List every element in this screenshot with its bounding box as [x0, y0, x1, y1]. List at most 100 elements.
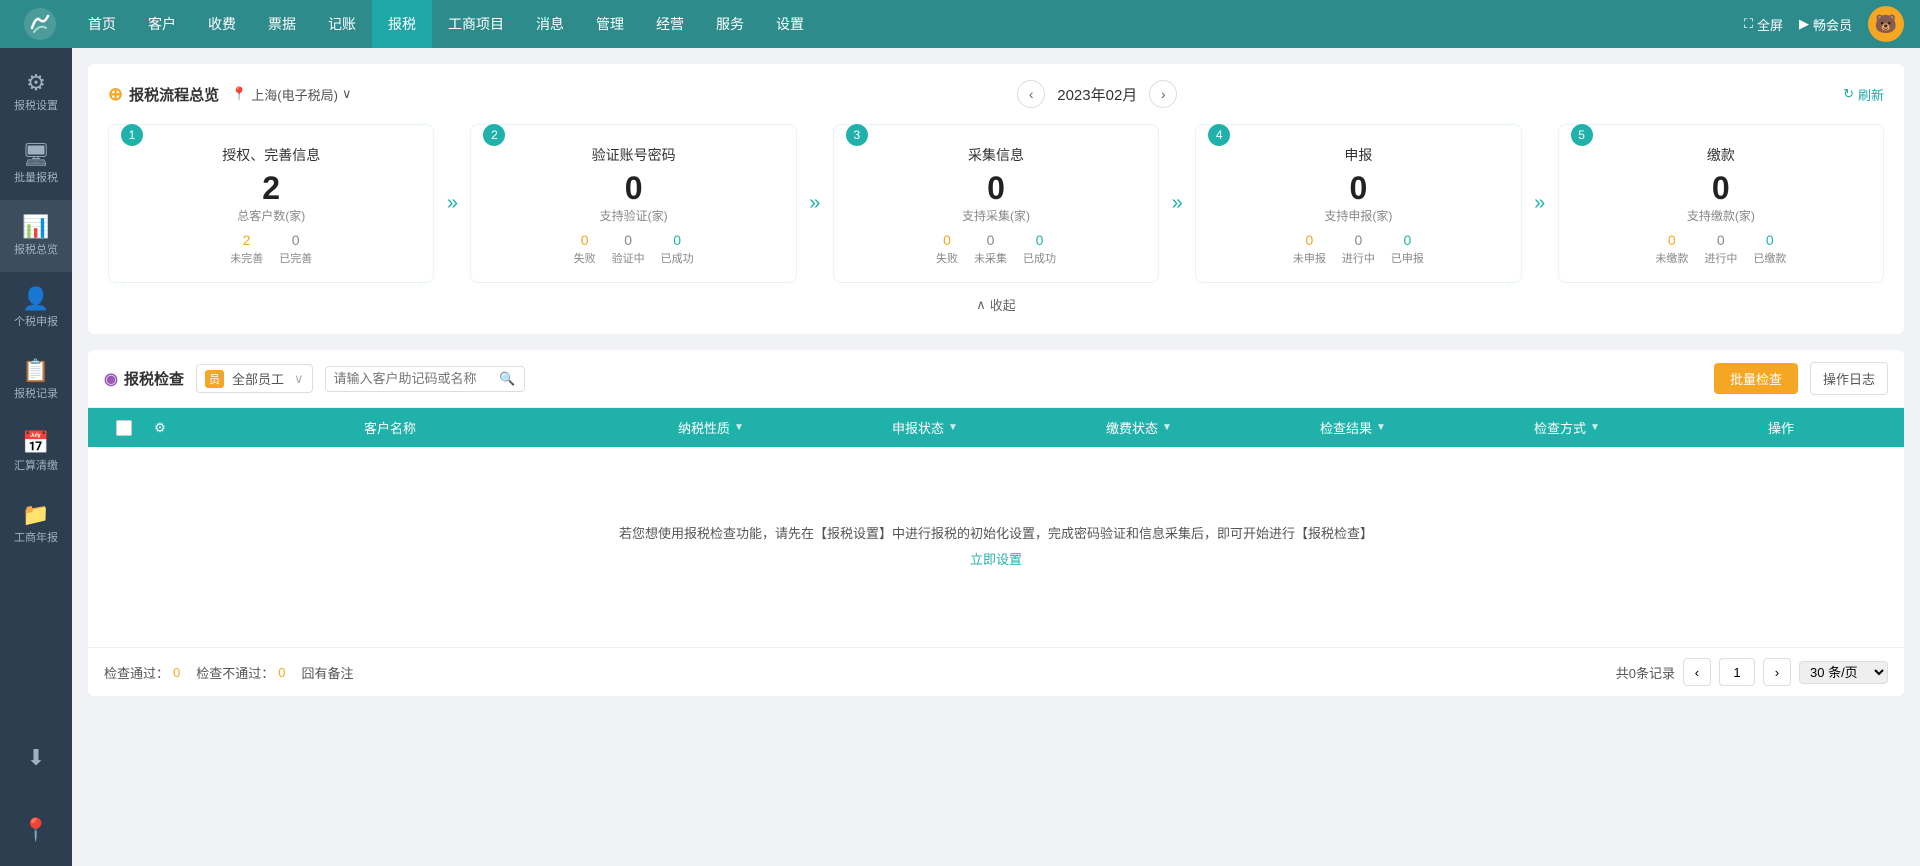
- tax-record-icon: 📋: [22, 358, 49, 384]
- refresh-icon: ↻: [1843, 86, 1854, 102]
- th-pay-status: 缴费状态 ▼: [1032, 418, 1246, 437]
- flow-arrow-1: »: [434, 124, 470, 283]
- nav-items: 首页 客户 收费 票据 记账 报税 工商项目 消息 管理 经营 服务 设置: [72, 0, 1744, 48]
- sidebar-item-tax-record[interactable]: 📋 报税记录: [0, 344, 72, 416]
- nav-manage[interactable]: 管理: [580, 0, 640, 48]
- stat-item: 0 未申报: [1293, 232, 1326, 266]
- nav-service[interactable]: 服务: [700, 0, 760, 48]
- stat-item: 0 失败: [936, 232, 958, 266]
- flow-cards: 1 授权、完善信息 2 总客户数(家) 2 未完善 0 已完善 »: [108, 124, 1884, 283]
- location-badge[interactable]: 📍 上海(电子税局) ∨: [231, 85, 351, 104]
- individual-tax-icon: 👤: [22, 286, 49, 312]
- annual-tax-icon: 📅: [22, 430, 49, 456]
- footer-note-stat: 囧有备注: [302, 663, 354, 682]
- pass-count-link[interactable]: 0: [173, 665, 180, 680]
- month-nav: ‹ 2023年02月 ›: [1017, 80, 1177, 108]
- search-icon[interactable]: 🔍: [499, 371, 515, 387]
- flow-arrow-4: »: [1522, 124, 1558, 283]
- select-all-checkbox[interactable]: [116, 420, 132, 436]
- sidebar-item-tax-settings[interactable]: ⚙ 报税设置: [0, 56, 72, 128]
- sidebar-item-batch-tax[interactable]: 🖥 批量报税: [0, 128, 72, 200]
- stat-item: 0 已成功: [661, 232, 694, 266]
- th-settings[interactable]: ⚙: [144, 420, 176, 436]
- sidebar-item-download[interactable]: ⬇: [0, 722, 72, 794]
- prev-month-btn[interactable]: ‹: [1017, 80, 1045, 108]
- nav-fee[interactable]: 收费: [192, 0, 252, 48]
- th-checkbox[interactable]: [104, 420, 144, 436]
- filter-icon[interactable]: ▼: [1590, 422, 1600, 433]
- flow-card-2: 2 验证账号密码 0 支持验证(家) 0 失败 0 验证中 0 已成功: [470, 124, 796, 283]
- staff-icon: 员: [205, 370, 224, 388]
- setup-link[interactable]: 立即设置: [970, 552, 1022, 567]
- check-circle-icon: ◉: [104, 369, 118, 389]
- download-icon: ⬇: [27, 745, 45, 771]
- filter-icon[interactable]: ▼: [1162, 422, 1172, 433]
- sidebar-item-annual-report[interactable]: 📁 工商年报: [0, 488, 72, 560]
- search-box: 🔍: [325, 366, 525, 392]
- filter-icon[interactable]: ▼: [948, 422, 958, 433]
- tax-overview-icon: 📊: [22, 214, 49, 240]
- logo: [16, 0, 64, 48]
- nav-home[interactable]: 首页: [72, 0, 132, 48]
- membership-btn[interactable]: ▶ 畅会员: [1799, 15, 1852, 34]
- th-tax-nature: 纳税性质 ▼: [604, 418, 818, 437]
- footer-right: 共0条记录 ‹ › 30 条/页 50 条/页 100 条/页: [1616, 658, 1888, 686]
- nav-settings[interactable]: 设置: [760, 0, 820, 48]
- next-month-btn[interactable]: ›: [1149, 80, 1177, 108]
- card-4-stats: 0 未申报 0 进行中 0 已申报: [1212, 232, 1504, 266]
- tax-settings-icon: ⚙: [26, 70, 46, 96]
- staff-select[interactable]: 员 全部员工 ∨: [196, 364, 313, 393]
- fullscreen-btn[interactable]: ⛶ 全屏: [1744, 15, 1783, 34]
- plus-circle-icon: ⊕: [108, 84, 123, 105]
- page-input[interactable]: [1719, 658, 1755, 686]
- empty-message: 若您想使用报税检查功能，请先在【报税设置】中进行报税的初始化设置，完成密码验证和…: [619, 521, 1373, 547]
- step-badge-1: 1: [121, 124, 143, 146]
- filter-icon[interactable]: ▼: [1376, 422, 1386, 433]
- sidebar-item-tax-overview[interactable]: 📊 报税总览: [0, 200, 72, 272]
- nav-biz[interactable]: 工商项目: [432, 0, 520, 48]
- stat-item: 0 进行中: [1704, 232, 1737, 266]
- annual-report-icon: 📁: [22, 502, 49, 528]
- nav-tax[interactable]: 报税: [372, 0, 432, 48]
- map-icon: 📍: [231, 86, 247, 102]
- chevron-up-icon: ∧: [976, 297, 986, 313]
- sidebar-item-individual-tax[interactable]: 👤 个税申报: [0, 272, 72, 344]
- th-operation: 操作: [1674, 418, 1888, 437]
- operation-log-button[interactable]: 操作日志: [1810, 362, 1888, 395]
- main-content: ⊕ 报税流程总览 📍 上海(电子税局) ∨ ‹ 2023年02月 › ↻ 刷新 …: [72, 48, 1920, 866]
- avatar[interactable]: 🐻: [1868, 6, 1904, 42]
- search-input[interactable]: [334, 371, 500, 386]
- nav-customer[interactable]: 客户: [132, 0, 192, 48]
- step-badge-3: 3: [846, 124, 868, 146]
- dropdown-icon: ∨: [294, 371, 304, 387]
- nav-bookkeeping[interactable]: 记账: [312, 0, 372, 48]
- nav-message[interactable]: 消息: [520, 0, 580, 48]
- table-body-empty: 若您想使用报税检查功能，请先在【报税设置】中进行报税的初始化设置，完成密码验证和…: [88, 447, 1904, 647]
- fail-count-link[interactable]: 0: [278, 665, 285, 680]
- sidebar-item-location[interactable]: 📍: [0, 794, 72, 866]
- collapse-btn[interactable]: ∧ 收起: [108, 295, 1884, 314]
- nav-invoice[interactable]: 票据: [252, 0, 312, 48]
- panel-title: ⊕ 报税流程总览: [108, 84, 219, 105]
- filter-icon[interactable]: ▼: [734, 422, 744, 433]
- stat-item: 0 进行中: [1342, 232, 1375, 266]
- refresh-btn[interactable]: ↻ 刷新: [1843, 85, 1884, 104]
- play-icon: ▶: [1799, 16, 1809, 32]
- batch-check-button[interactable]: 批量检查: [1714, 363, 1798, 394]
- card-3-stats: 0 失败 0 未采集 0 已成功: [850, 232, 1142, 266]
- nav-operation[interactable]: 经营: [640, 0, 700, 48]
- sidebar-item-annual-tax[interactable]: 📅 汇算清缴: [0, 416, 72, 488]
- sidebar: ⚙ 报税设置 🖥 批量报税 📊 报税总览 👤 个税申报 📋 报税记录 📅 汇算清…: [0, 48, 72, 866]
- next-page-btn[interactable]: ›: [1763, 658, 1791, 686]
- batch-tax-icon: 🖥: [22, 142, 50, 168]
- fullscreen-icon: ⛶: [1744, 16, 1753, 32]
- prev-page-btn[interactable]: ‹: [1683, 658, 1711, 686]
- check-header: ◉ 报税检查 员 全部员工 ∨ 🔍 批量检查 操作日志: [88, 350, 1904, 408]
- card-5-stats: 0 未缴款 0 进行中 0 已缴款: [1575, 232, 1867, 266]
- table-footer: 检查通过： 0 检查不通过： 0 囧有备注 共0条记录 ‹ › 30 条/页 5…: [88, 647, 1904, 696]
- panel-header: ⊕ 报税流程总览 📍 上海(电子税局) ∨ ‹ 2023年02月 › ↻ 刷新: [108, 80, 1884, 108]
- location-icon: 📍: [22, 817, 49, 843]
- flow-card-1: 1 授权、完善信息 2 总客户数(家) 2 未完善 0 已完善: [108, 124, 434, 283]
- per-page-select[interactable]: 30 条/页 50 条/页 100 条/页: [1799, 661, 1888, 684]
- stat-item: 0 已缴款: [1753, 232, 1786, 266]
